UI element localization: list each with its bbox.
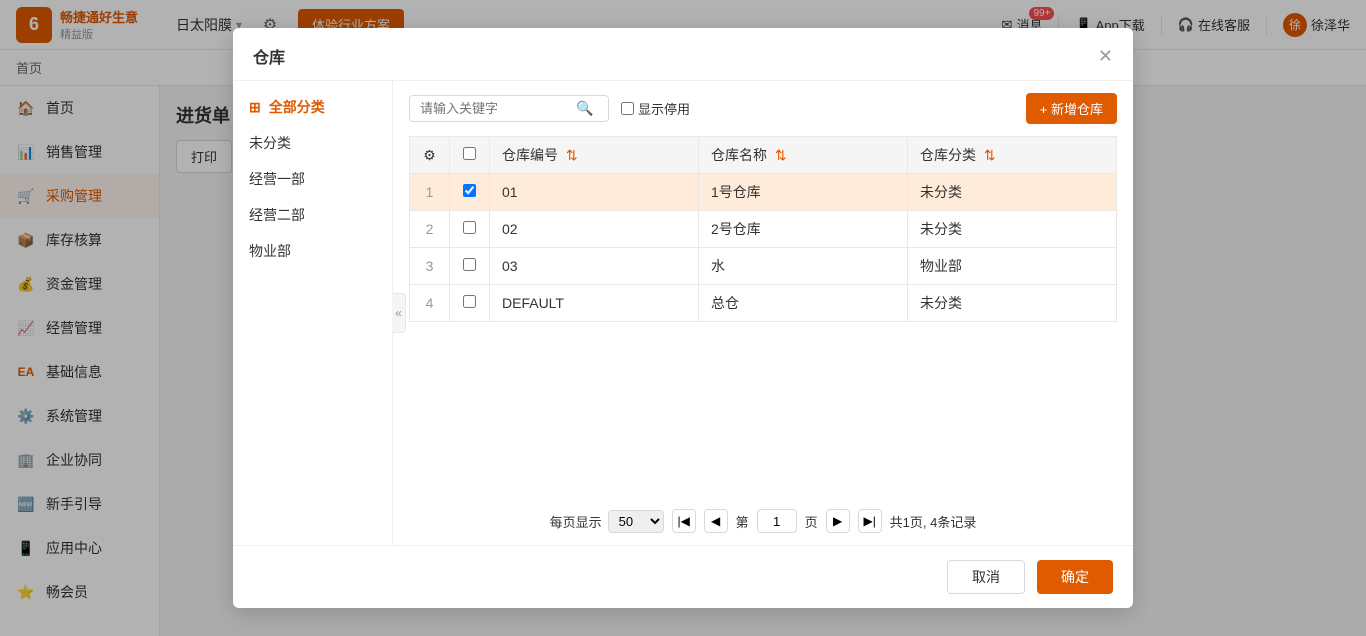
- row-code: 02: [490, 211, 699, 248]
- add-warehouse-button[interactable]: + 新增仓库: [1026, 93, 1117, 124]
- row-code: 01: [490, 174, 699, 211]
- row-category: 未分类: [908, 285, 1117, 322]
- last-page-button[interactable]: ▶|: [858, 509, 882, 533]
- select-all-checkbox[interactable]: [463, 147, 476, 160]
- row-check: [450, 285, 490, 322]
- sort-code-icon: ⇅: [566, 147, 578, 163]
- cat-collapse-button[interactable]: «: [392, 293, 406, 333]
- row-number: 4: [410, 285, 450, 322]
- prev-page-button[interactable]: ◀: [704, 509, 728, 533]
- row-category: 物业部: [908, 248, 1117, 285]
- col-settings: ⚙: [410, 137, 450, 174]
- row-number: 1: [410, 174, 450, 211]
- col-name[interactable]: 仓库名称 ⇅: [699, 137, 908, 174]
- first-page-button[interactable]: |◀: [672, 509, 696, 533]
- row-code: DEFAULT: [490, 285, 699, 322]
- table-row[interactable]: 1 01 1号仓库 未分类: [410, 174, 1117, 211]
- per-page-area: 每页显示 50 100 200: [550, 510, 664, 533]
- cat-item-property[interactable]: 物业部: [233, 233, 392, 269]
- col-category[interactable]: 仓库分类 ⇅: [908, 137, 1117, 174]
- page-number-input[interactable]: [757, 509, 797, 533]
- modal-body: ⊞ 全部分类 未分类 经营一部 经营二部 物业部 «: [233, 81, 1133, 545]
- grid-icon: ⊞: [249, 99, 261, 116]
- table-row[interactable]: 4 DEFAULT 总仓 未分类: [410, 285, 1117, 322]
- cancel-button[interactable]: 取消: [947, 560, 1025, 594]
- confirm-button[interactable]: 确定: [1037, 560, 1113, 594]
- modal-title: 仓库: [253, 44, 285, 68]
- table-area: 🔍 显示停用 + 新增仓库 ⚙: [393, 81, 1133, 545]
- row-category: 未分类: [908, 211, 1117, 248]
- row-checkbox[interactable]: [463, 258, 476, 271]
- next-page-button[interactable]: ▶: [826, 509, 850, 533]
- table-toolbar: 🔍 显示停用 + 新增仓库: [393, 81, 1133, 136]
- table-row[interactable]: 2 02 2号仓库 未分类: [410, 211, 1117, 248]
- show-disabled-checkbox[interactable]: [621, 102, 634, 115]
- row-number: 3: [410, 248, 450, 285]
- modal-close-button[interactable]: ✕: [1098, 46, 1113, 67]
- warehouse-modal: 仓库 ✕ ⊞ 全部分类 未分类 经营一部 经营二部: [233, 28, 1133, 608]
- table-toolbar-left: 🔍 显示停用: [409, 95, 690, 122]
- data-table: ⚙ 仓库编号 ⇅ 仓库名称 ⇅: [409, 136, 1117, 497]
- row-name: 1号仓库: [699, 174, 908, 211]
- table-row[interactable]: 3 03 水 物业部: [410, 248, 1117, 285]
- row-number: 2: [410, 211, 450, 248]
- sort-cat-icon: ⇅: [984, 147, 996, 163]
- modal-overlay: 仓库 ✕ ⊞ 全部分类 未分类 经营一部 经营二部: [0, 0, 1366, 636]
- row-check: [450, 211, 490, 248]
- col-check: [450, 137, 490, 174]
- sort-name-icon: ⇅: [775, 147, 787, 163]
- row-checkbox[interactable]: [463, 221, 476, 234]
- search-icon: 🔍: [576, 100, 593, 117]
- modal-header: 仓库 ✕: [233, 28, 1133, 81]
- category-sidebar: ⊞ 全部分类 未分类 经营一部 经营二部 物业部 «: [233, 81, 393, 545]
- col-code[interactable]: 仓库编号 ⇅: [490, 137, 699, 174]
- show-disabled-toggle[interactable]: 显示停用: [621, 99, 690, 118]
- row-checkbox[interactable]: [463, 184, 476, 197]
- row-checkbox[interactable]: [463, 295, 476, 308]
- row-code: 03: [490, 248, 699, 285]
- cat-item-ops1[interactable]: 经营一部: [233, 161, 392, 197]
- row-check: [450, 248, 490, 285]
- row-name: 水: [699, 248, 908, 285]
- row-name: 2号仓库: [699, 211, 908, 248]
- cat-item-unclassified[interactable]: 未分类: [233, 125, 392, 161]
- warehouse-table: ⚙ 仓库编号 ⇅ 仓库名称 ⇅: [409, 136, 1117, 322]
- row-category: 未分类: [908, 174, 1117, 211]
- cat-item-ops2[interactable]: 经营二部: [233, 197, 392, 233]
- row-name: 总仓: [699, 285, 908, 322]
- per-page-select[interactable]: 50 100 200: [608, 510, 664, 533]
- search-input[interactable]: [420, 101, 570, 116]
- cat-item-all[interactable]: ⊞ 全部分类: [233, 89, 392, 125]
- pagination: 每页显示 50 100 200 |◀ ◀ 第 页 ▶ ▶| 共1页, 4条记录: [393, 497, 1133, 545]
- modal-footer: 取消 确定: [233, 545, 1133, 608]
- search-box: 🔍: [409, 95, 609, 122]
- row-check: [450, 174, 490, 211]
